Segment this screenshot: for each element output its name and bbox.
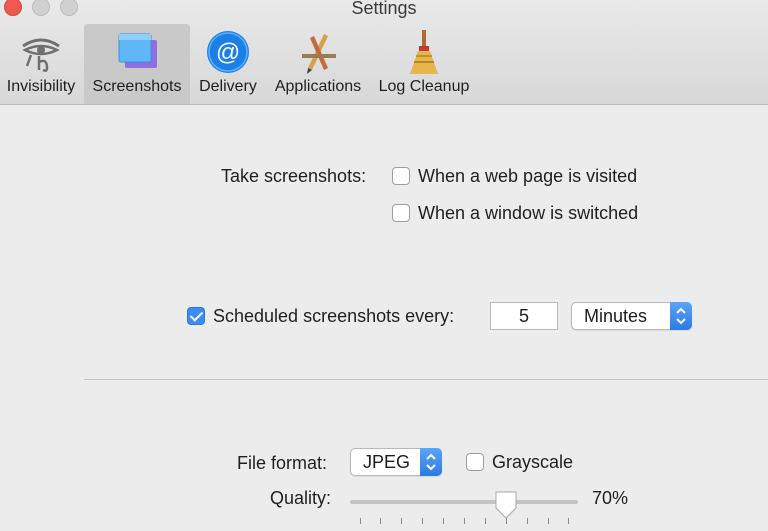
- slider-tick: [568, 518, 569, 524]
- tab-invisibility[interactable]: Invisibility: [2, 24, 80, 104]
- tab-applications[interactable]: Applications: [270, 24, 366, 104]
- title-bar: Settings Invisibility Screenshots @ Deli…: [0, 0, 768, 105]
- take-screenshots-label: Take screenshots:: [221, 166, 367, 186]
- scheduled-screenshots-label: Scheduled screenshots every:: [213, 306, 455, 326]
- broom-icon: [410, 30, 438, 74]
- at-sign-icon: @: [207, 31, 249, 73]
- slider-tick: [464, 518, 465, 524]
- grayscale-label: Grayscale: [492, 452, 574, 472]
- tab-label: Screenshots: [92, 78, 182, 95]
- popup-stepper: [420, 448, 442, 476]
- interval-unit-value: Minutes: [584, 306, 648, 326]
- window-switched-checkbox[interactable]: [392, 204, 410, 222]
- file-format-label: File format:: [237, 453, 328, 473]
- popup-stepper: [670, 302, 692, 330]
- tab-screenshots[interactable]: Screenshots: [84, 24, 190, 104]
- eye-of-horus-icon: [22, 38, 60, 72]
- quality-slider-knob[interactable]: [494, 490, 518, 520]
- quality-value: 70%: [592, 488, 629, 508]
- grayscale-checkbox[interactable]: [466, 453, 484, 471]
- up-down-chevron-icon: [426, 453, 436, 471]
- tab-log-cleanup[interactable]: Log Cleanup: [374, 24, 474, 104]
- interval-input[interactable]: 5: [490, 302, 558, 330]
- window-title: Settings: [351, 0, 417, 18]
- quality-slider-track[interactable]: [350, 500, 578, 504]
- tab-label: Delivery: [199, 78, 257, 95]
- web-page-visited-checkbox[interactable]: [392, 167, 410, 185]
- slider-tick: [443, 518, 444, 524]
- tab-label: Applications: [274, 78, 362, 95]
- slider-tick: [506, 518, 507, 524]
- window-switched-label: When a window is switched: [418, 203, 639, 223]
- interval-unit-select[interactable]: Minutes: [571, 302, 692, 330]
- slider-tick: [548, 518, 549, 524]
- tab-label: Log Cleanup: [378, 78, 470, 95]
- screenshots-icon: [118, 33, 157, 68]
- tab-label: Invisibility: [6, 78, 76, 95]
- slider-tick: [422, 518, 423, 524]
- slider-tick: [380, 518, 381, 524]
- applications-icon: [302, 34, 336, 74]
- web-page-visited-label: When a web page is visited: [418, 166, 638, 186]
- slider-tick: [527, 518, 528, 524]
- up-down-chevron-icon: [676, 307, 686, 325]
- slider-tick: [485, 518, 486, 524]
- svg-text:@: @: [216, 39, 240, 66]
- tab-delivery[interactable]: @ Delivery: [196, 24, 260, 104]
- file-format-select[interactable]: JPEG: [350, 448, 442, 476]
- slider-tick: [401, 518, 402, 524]
- slider-tick: [360, 518, 361, 524]
- file-format-value: JPEG: [363, 452, 411, 472]
- quality-label: Quality:: [270, 488, 332, 508]
- scheduled-screenshots-checkbox[interactable]: [187, 307, 205, 325]
- section-divider: [84, 379, 768, 380]
